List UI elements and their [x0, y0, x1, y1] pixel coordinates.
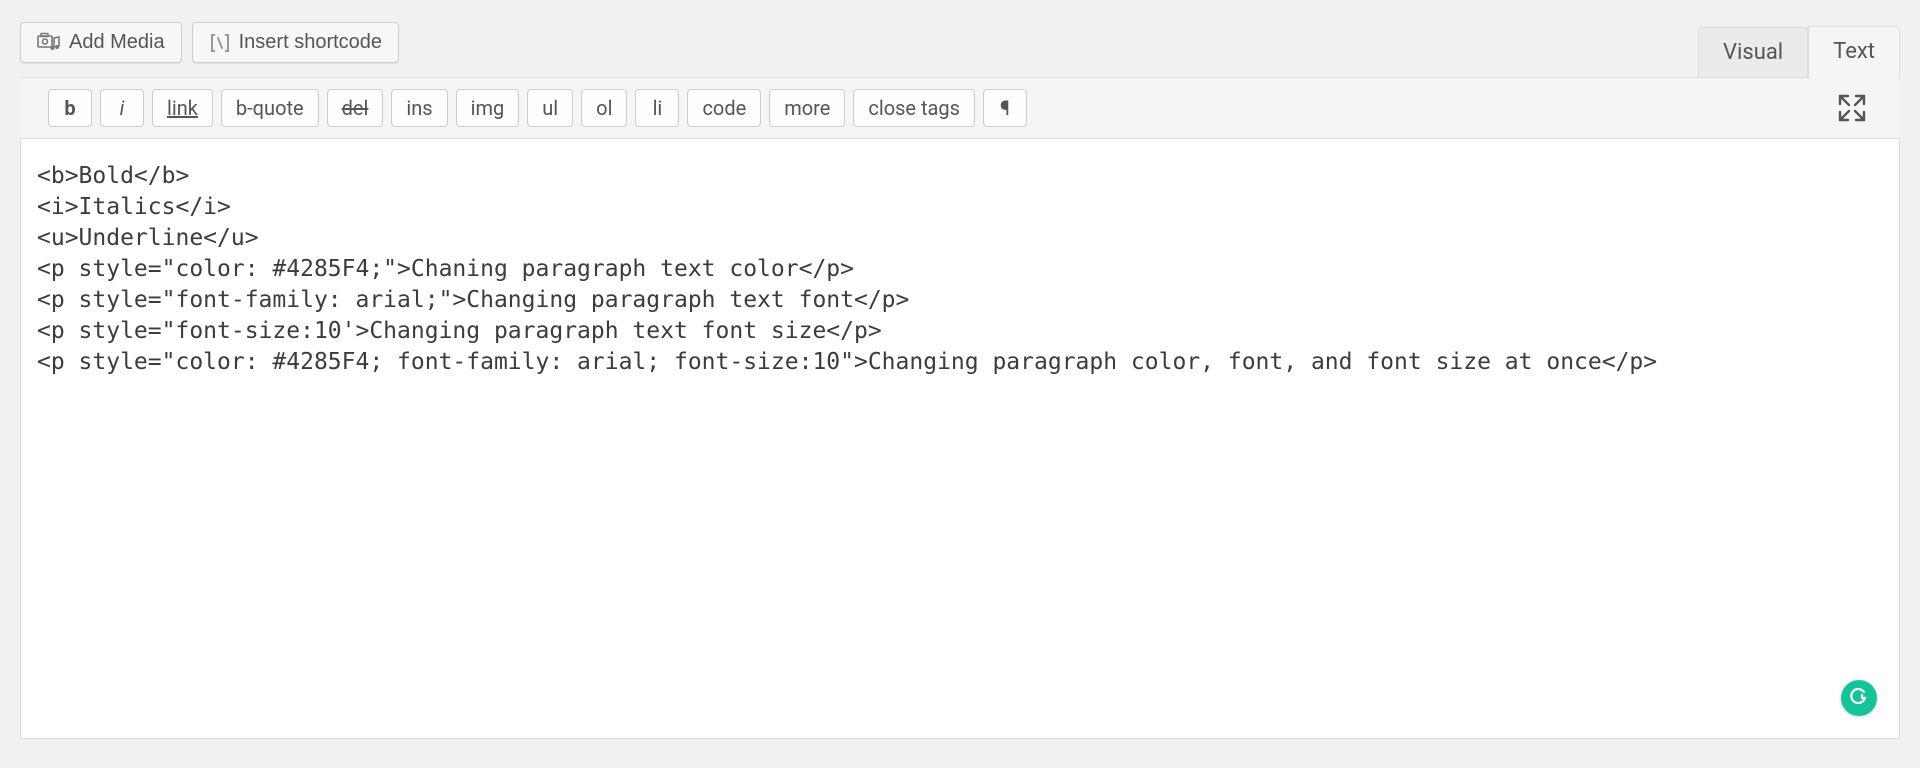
tab-text[interactable]: Text — [1808, 26, 1900, 79]
insert-shortcode-button[interactable]: Insert shortcode — [192, 22, 399, 63]
qt-img-button[interactable]: img — [456, 89, 520, 127]
insert-shortcode-label: Insert shortcode — [239, 31, 382, 54]
add-media-button[interactable]: Add Media — [20, 22, 182, 63]
qt-ul-button[interactable]: ul — [527, 89, 573, 127]
qt-bold-button[interactable]: b — [48, 89, 92, 127]
qt-bquote-button[interactable]: b-quote — [221, 89, 319, 127]
qt-italic-button[interactable]: i — [100, 89, 144, 127]
qt-ins-button[interactable]: ins — [391, 89, 447, 127]
wp-editor: Add Media Insert shortcode Visual Text b… — [0, 0, 1920, 739]
qt-more-button[interactable]: more — [769, 89, 845, 127]
camera-music-icon — [37, 32, 61, 54]
shortcode-icon — [209, 32, 231, 54]
qt-close-tags-button[interactable]: close tags — [853, 89, 975, 127]
grammarly-badge[interactable] — [1841, 680, 1877, 716]
grammarly-icon — [1849, 686, 1869, 710]
qt-link-button[interactable]: link — [152, 89, 213, 127]
fullscreen-icon — [1836, 92, 1868, 124]
qt-code-button[interactable]: code — [687, 89, 761, 127]
fullscreen-button[interactable] — [1832, 88, 1872, 128]
quicktags-toolbar: b i link b-quote del ins img ul ol li co… — [20, 77, 1900, 139]
qt-paragraph-mark-button[interactable]: ¶ — [983, 89, 1027, 127]
editor-area — [20, 139, 1900, 739]
qt-del-button[interactable]: del — [327, 89, 384, 127]
content-textarea[interactable] — [21, 139, 1899, 738]
editor-top-bar: Add Media Insert shortcode Visual Text — [0, 0, 1920, 77]
editor-mode-tabs: Visual Text — [1698, 26, 1900, 79]
add-media-label: Add Media — [69, 31, 165, 54]
qt-ol-button[interactable]: ol — [581, 89, 627, 127]
tab-visual[interactable]: Visual — [1698, 27, 1808, 79]
qt-li-button[interactable]: li — [635, 89, 679, 127]
